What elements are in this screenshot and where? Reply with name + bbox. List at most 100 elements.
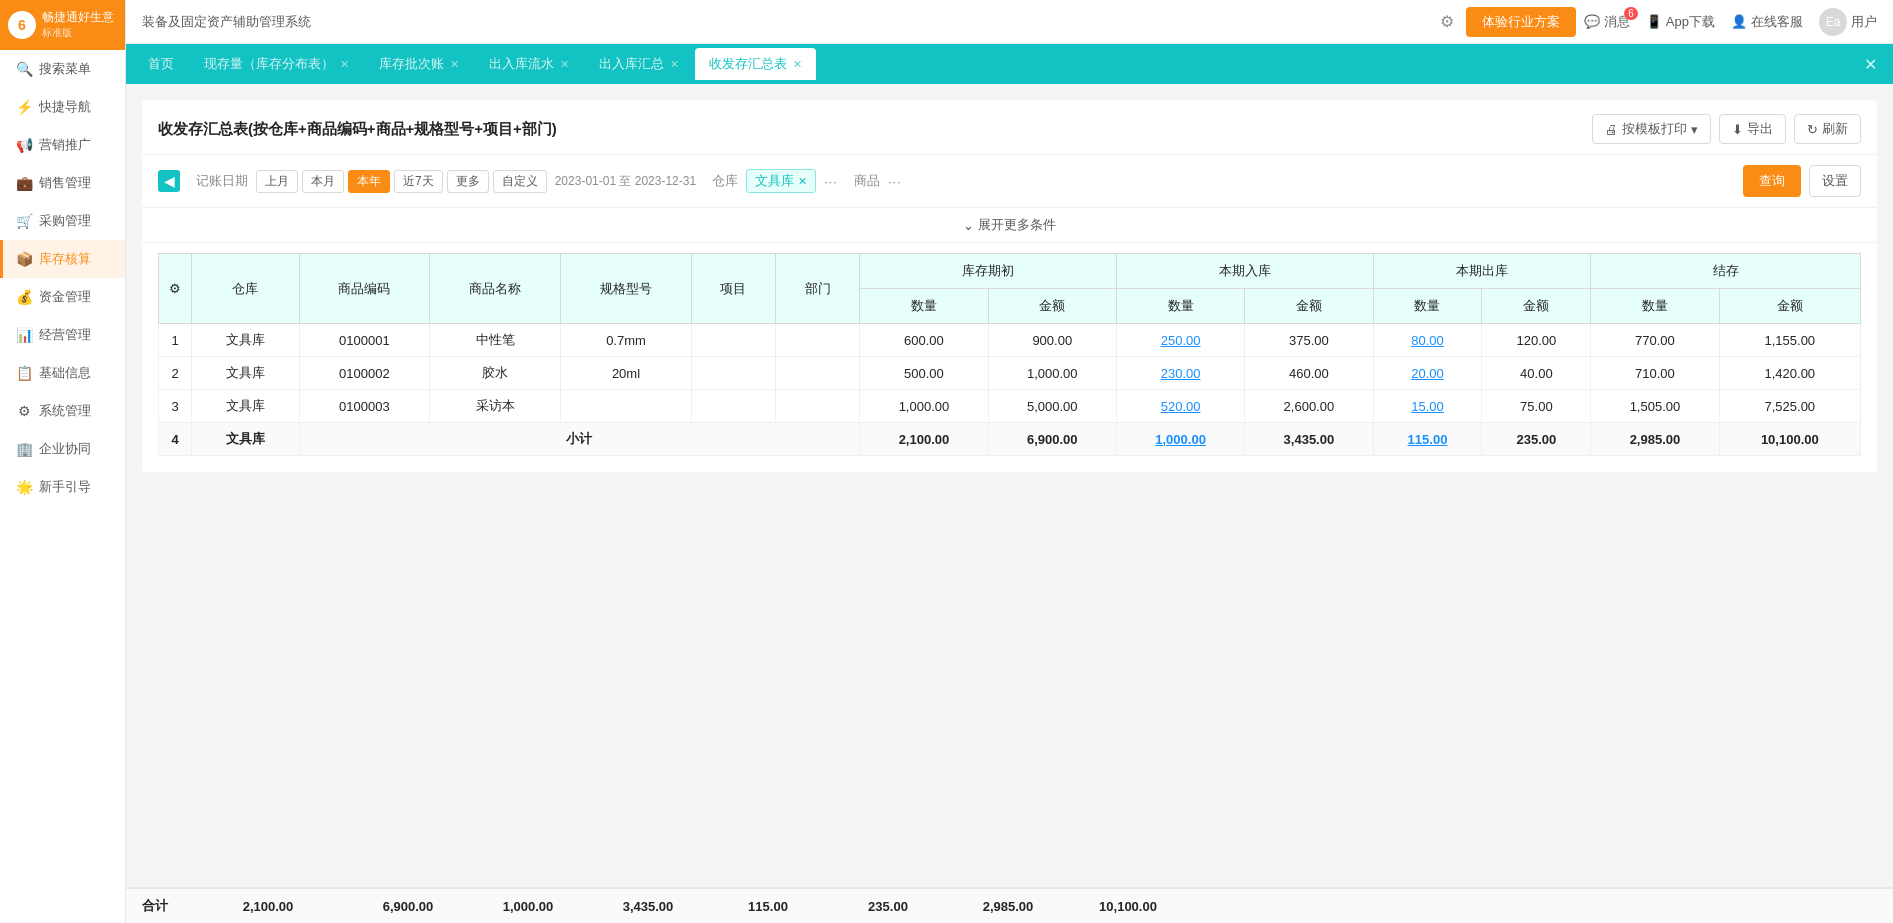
sidebar-item-finance[interactable]: 💰资金管理 <box>0 278 125 316</box>
date-btn-本月[interactable]: 本月 <box>302 170 344 193</box>
tab-close-icon[interactable]: ✕ <box>340 58 349 71</box>
topbar: 装备及固定资产辅助管理系统 ⚙ 体验行业方案 💬 消息 6 📱 App下载 👤 … <box>126 0 1893 44</box>
sidebar-logo[interactable]: 6 畅捷通好生意 标准版 <box>0 0 125 50</box>
page-header: 收发存汇总表(按仓库+商品编码+商品+规格型号+项目+部门) 🖨 按模板打印 ▾… <box>142 100 1877 155</box>
row-code: 0100002 <box>299 357 430 390</box>
avatar: Ea <box>1819 8 1847 36</box>
row-warehouse: 文具库 <box>192 324 300 357</box>
logo-title: 畅捷通好生意 <box>42 10 114 26</box>
row-project <box>691 324 775 357</box>
row-in-qty[interactable]: 230.00 <box>1116 357 1244 390</box>
warehouse-tag-close-icon[interactable]: ✕ <box>798 175 807 188</box>
col-spec-header: 规格型号 <box>561 254 692 324</box>
row-in-amt: 375.00 <box>1245 324 1373 357</box>
settings-button[interactable]: 设置 <box>1809 165 1861 197</box>
sidebar-item-guide[interactable]: 🌟新手引导 <box>0 468 125 506</box>
row-out-qty[interactable]: 15.00 <box>1373 390 1482 423</box>
export-button[interactable]: ⬇ 导出 <box>1719 114 1786 144</box>
filter-toggle[interactable]: ◀ <box>158 170 180 192</box>
sidebar-item-sales[interactable]: 💼销售管理 <box>0 164 125 202</box>
basic-icon: 📋 <box>15 364 33 382</box>
row-dept <box>776 390 860 423</box>
logo-badge: 标准版 <box>42 26 114 40</box>
goods-more-dots[interactable]: ··· <box>888 174 902 189</box>
tab-4[interactable]: 出入库汇总✕ <box>585 48 693 80</box>
subtotal-label: 小计 <box>299 423 860 456</box>
online-service-label: 在线客服 <box>1751 13 1803 31</box>
filter-bar: ◀ 记账日期 上月本月本年近7天更多自定义 2023-01-01 至 2023-… <box>142 155 1877 208</box>
expand-bar: ⌄ 展开更多条件 <box>142 208 1877 243</box>
row-no: 2 <box>159 357 192 390</box>
settings-icon[interactable]: ⚙ <box>1440 12 1454 31</box>
date-btn-本年[interactable]: 本年 <box>348 170 390 193</box>
user-item[interactable]: Ea 用户 <box>1819 8 1877 36</box>
tab-5[interactable]: 收发存汇总表 ✕ <box>695 48 816 80</box>
date-btn-上月[interactable]: 上月 <box>256 170 298 193</box>
tab-close-icon[interactable]: ✕ <box>793 58 802 71</box>
warehouse-filter-section: 仓库 文具库 ✕ ··· <box>712 169 838 193</box>
table-row: 1 文具库 0100001 中性笔 0.7mm 600.00 900.00 25… <box>159 324 1861 357</box>
sidebar-item-system[interactable]: ⚙系统管理 <box>0 392 125 430</box>
print-button[interactable]: 🖨 按模板打印 ▾ <box>1592 114 1711 144</box>
goods-label: 商品 <box>854 172 880 190</box>
footer-in-amt: 3,435.00 <box>588 899 708 914</box>
col-settings-header[interactable]: ⚙ <box>159 254 192 324</box>
row-out-qty[interactable]: 20.00 <box>1373 357 1482 390</box>
message-item[interactable]: 💬 消息 6 <box>1584 13 1630 31</box>
row-no: 3 <box>159 390 192 423</box>
tab-0[interactable]: 首页 <box>134 48 188 80</box>
guide-icon: 🌟 <box>15 478 33 496</box>
col-balance-header: 结存 <box>1591 254 1861 289</box>
expand-button[interactable]: ⌄ 展开更多条件 <box>963 216 1056 234</box>
tab-1[interactable]: 现存量（库存分布表） ✕ <box>190 48 363 80</box>
refresh-button[interactable]: ↻ 刷新 <box>1794 114 1861 144</box>
search-icon: 🔍 <box>15 60 33 78</box>
query-button[interactable]: 查询 <box>1743 165 1801 197</box>
row-out-qty[interactable]: 80.00 <box>1373 324 1482 357</box>
warehouse-more-dots[interactable]: ··· <box>824 174 838 189</box>
trial-button[interactable]: 体验行业方案 <box>1466 7 1576 37</box>
row-init-amt: 1,000.00 <box>988 357 1116 390</box>
purchase-icon: 🛒 <box>15 212 33 230</box>
row-in-amt: 460.00 <box>1245 357 1373 390</box>
date-btn-更多[interactable]: 更多 <box>447 170 489 193</box>
row-name: 采访本 <box>430 390 561 423</box>
sidebar-item-inventory[interactable]: 📦库存核算 <box>0 240 125 278</box>
sidebar-item-corp[interactable]: 🏢企业协同 <box>0 430 125 468</box>
sidebar-item-search[interactable]: 🔍搜索菜单 <box>0 50 125 88</box>
tab-label: 收发存汇总表 <box>709 55 787 73</box>
subtotal-in-amt: 3,435.00 <box>1245 423 1373 456</box>
row-bal-amt: 7,525.00 <box>1719 390 1860 423</box>
row-in-qty[interactable]: 520.00 <box>1116 390 1244 423</box>
online-service-item[interactable]: 👤 在线客服 <box>1731 13 1803 31</box>
tab-3[interactable]: 出入库流水✕ <box>475 48 583 80</box>
subtotal-row: 4 文具库 小计 2,100.00 6,900.00 1,000.00 3,43… <box>159 423 1861 456</box>
logo-icon: 6 <box>8 11 36 39</box>
tab-label: 首页 <box>148 55 174 73</box>
date-btn-近7天[interactable]: 近7天 <box>394 170 443 193</box>
sidebar-item-marketing[interactable]: 📢营销推广 <box>0 126 125 164</box>
footer-bal-amt: 10,100.00 <box>1068 899 1188 914</box>
tab-close-icon[interactable]: ✕ <box>670 58 679 71</box>
topbar-right: 💬 消息 6 📱 App下载 👤 在线客服 Ea 用户 <box>1584 8 1877 36</box>
date-buttons: 上月本月本年近7天更多自定义 <box>256 170 547 193</box>
window-close-icon[interactable]: ✕ <box>1856 55 1885 74</box>
content-area: 收发存汇总表(按仓库+商品编码+商品+规格型号+项目+部门) 🖨 按模板打印 ▾… <box>126 84 1893 887</box>
date-btn-自定义[interactable]: 自定义 <box>493 170 547 193</box>
tab-close-icon[interactable]: ✕ <box>560 58 569 71</box>
data-table: ⚙ 仓库 商品编码 商品名称 规格型号 项目 部门 库存期初 本期入库 本期出库… <box>158 253 1861 456</box>
message-badge: 6 <box>1624 7 1638 20</box>
sidebar-item-basic[interactable]: 📋 基础信息 <box>0 354 125 392</box>
tab-close-icon[interactable]: ✕ <box>450 58 459 71</box>
sidebar-item-operation[interactable]: 📊经营管理 <box>0 316 125 354</box>
bal-qty-header: 数量 <box>1591 289 1719 324</box>
sidebar-item-label: 基础信息 <box>39 364 91 382</box>
sidebar-item-label: 经营管理 <box>39 326 91 344</box>
tab-label: 现存量（库存分布表） <box>204 55 334 73</box>
tab-2[interactable]: 库存批次账✕ <box>365 48 473 80</box>
sidebar-item-quick[interactable]: ⚡快捷导航 <box>0 88 125 126</box>
row-in-qty[interactable]: 250.00 <box>1116 324 1244 357</box>
sidebar-item-purchase[interactable]: 🛒采购管理 <box>0 202 125 240</box>
col-dept-header: 部门 <box>776 254 860 324</box>
app-download-item[interactable]: 📱 App下载 <box>1646 13 1715 31</box>
